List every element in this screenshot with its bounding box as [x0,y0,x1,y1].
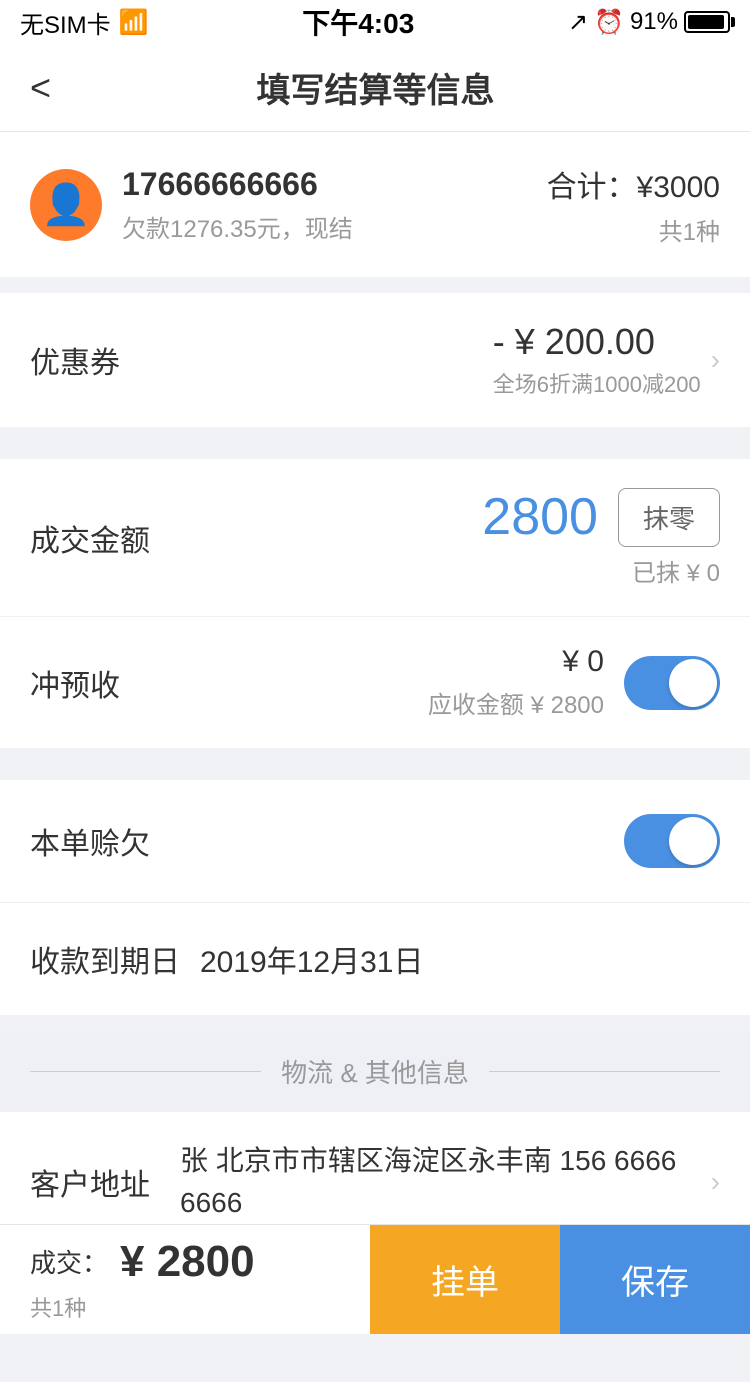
status-left: 无SIM卡 📶 [20,5,149,40]
divider-line-left [30,1071,261,1072]
debt-section: 本单赊欠 收款到期日 2019年12月31日 [0,780,750,1015]
debt-toggle[interactable] [624,814,720,868]
already-rounded-text: 已抹 ¥ 0 [482,553,720,588]
transaction-value: 2800 [482,487,598,547]
prepay-amount: ¥ 0 [428,645,604,679]
battery-icon [684,11,730,33]
location-icon: ↗ [568,8,588,37]
transaction-label: 成交金额 [30,516,150,560]
user-sub-text: 欠款1276.35元，现结 [122,209,353,244]
transaction-amount-row: 成交金额 2800 抹零 已抹 ¥ 0 [0,459,750,617]
transaction-right: 2800 抹零 已抹 ¥ 0 [482,487,720,588]
content-area: 👤 17666666666 欠款1276.35元，现结 合计：¥3000 共1种… [0,132,750,1382]
avatar-icon: 👤 [41,181,91,228]
user-card: 👤 17666666666 欠款1276.35元，现结 合计：¥3000 共1种 [0,132,750,277]
transaction-value-area: 2800 抹零 [482,487,720,547]
status-time: 下午4:03 [302,2,414,42]
transaction-section: 成交金额 2800 抹零 已抹 ¥ 0 冲预收 ¥ 0 应收金额 ¥ 2800 [0,459,750,748]
user-right: 合计：¥3000 共1种 [547,162,720,247]
back-button[interactable]: < [30,67,71,109]
bottom-transaction-label: 成交： [30,1243,108,1280]
debt-row: 本单赊欠 [0,780,750,902]
divider-line-right [489,1071,720,1072]
due-date-row: 收款到期日 2019年12月31日 [0,902,750,1015]
due-date-value: 2019年12月31日 [200,937,423,981]
user-info: 17666666666 欠款1276.35元，现结 [122,166,353,244]
total-count: 共1种 [547,212,720,247]
debt-toggle-knob [669,817,717,865]
alarm-icon: ⏰ [594,8,624,37]
logistics-divider: 物流 & 其他信息 [0,1031,750,1112]
coupon-amount: - ¥ 200.00 [493,321,701,363]
battery-percent: 91% [630,8,678,36]
prepay-label: 冲预收 [30,661,120,705]
bottom-actions: 挂单 保存 [370,1225,750,1334]
address-value: 张 北京市市辖区海淀区永丰南 156 6666 6666 [180,1140,711,1224]
coupon-desc: 全场6折满1000减200 [493,367,701,399]
due-date-label: 收款到期日 [30,937,180,981]
bottom-amount: ¥ 2800 [120,1237,255,1287]
prepay-values: ¥ 0 应收金额 ¥ 2800 [428,645,604,720]
carrier-text: 无SIM卡 [20,5,111,40]
section-divider-1 [0,443,750,459]
section-divider-2 [0,764,750,780]
bottom-bar: 成交： ¥ 2800 共1种 挂单 保存 [0,1224,750,1334]
logistics-text: 物流 & 其他信息 [281,1053,469,1090]
prepay-row: 冲预收 ¥ 0 应收金额 ¥ 2800 [0,617,750,748]
address-chevron-icon: › [711,1166,720,1198]
chevron-right-icon: › [711,344,720,376]
nav-bar: < 填写结算等信息 [0,44,750,132]
toggle-knob [669,659,717,707]
save-button[interactable]: 保存 [560,1225,750,1334]
bottom-total-row: 成交： ¥ 2800 [30,1237,340,1287]
debt-label: 本单赊欠 [30,819,150,863]
bottom-count: 共1种 [30,1291,340,1323]
user-left: 👤 17666666666 欠款1276.35元，现结 [30,166,353,244]
total-amount: 合计：¥3000 [547,162,720,206]
avatar: 👤 [30,169,102,241]
page-title: 填写结算等信息 [71,63,680,112]
address-label: 客户地址 [30,1160,150,1204]
prepay-sub: 应收金额 ¥ 2800 [428,685,604,720]
bottom-summary: 成交： ¥ 2800 共1种 [0,1237,370,1323]
prepay-right: ¥ 0 应收金额 ¥ 2800 [428,645,720,720]
status-right: ↗ ⏰ 91% [568,8,730,37]
hold-button[interactable]: 挂单 [370,1225,560,1334]
coupon-info: - ¥ 200.00 全场6折满1000减200 [493,321,701,399]
coupon-label: 优惠券 [30,338,120,382]
wifi-icon: 📶 [119,8,149,37]
address-right: › [711,1166,720,1198]
user-phone: 17666666666 [122,166,353,203]
round-down-button[interactable]: 抹零 [618,488,720,547]
prepay-toggle[interactable] [624,656,720,710]
coupon-right: - ¥ 200.00 全场6折满1000减200 › [493,321,720,399]
status-bar: 无SIM卡 📶 下午4:03 ↗ ⏰ 91% [0,0,750,44]
coupon-row[interactable]: 优惠券 - ¥ 200.00 全场6折满1000减200 › [0,293,750,427]
